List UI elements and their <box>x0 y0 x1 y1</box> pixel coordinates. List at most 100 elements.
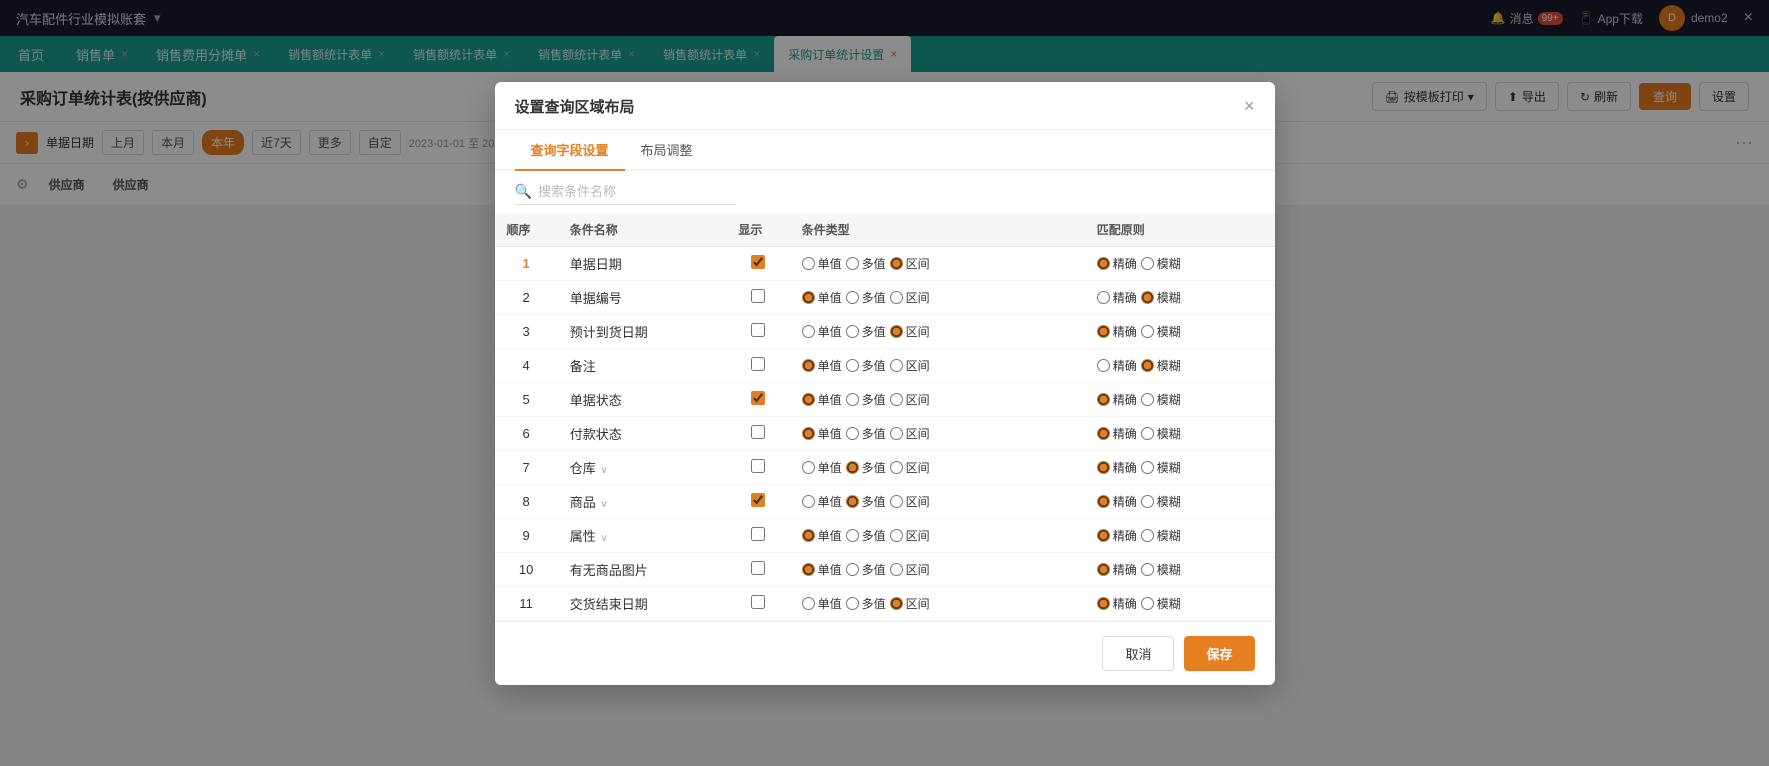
row-match-cell: 精确模糊 <box>1085 484 1275 518</box>
display-checkbox[interactable] <box>751 425 765 439</box>
type-option-区间[interactable]: 区间 <box>890 493 930 510</box>
type-option-多值[interactable]: 多值 <box>846 493 886 510</box>
match-option-精确[interactable]: 精确 <box>1097 459 1137 476</box>
match-option-模糊[interactable]: 模糊 <box>1141 255 1181 272</box>
display-checkbox[interactable] <box>751 459 765 473</box>
match-option-模糊[interactable]: 模糊 <box>1141 323 1181 340</box>
modal-tabs: 查询字段设置 布局调整 <box>495 130 1275 171</box>
type-option-单值[interactable]: 单值 <box>802 527 842 544</box>
type-option-多值[interactable]: 多值 <box>846 391 886 408</box>
table-row: 10有无商品图片单值多值区间精确模糊 <box>495 552 1275 586</box>
display-checkbox[interactable] <box>751 357 765 371</box>
display-checkbox[interactable] <box>751 595 765 609</box>
match-option-模糊[interactable]: 模糊 <box>1141 357 1181 374</box>
modal-table: 顺序 条件名称 显示 条件类型 匹配原则 1单据日期单值多值区间精确模糊2单据编… <box>495 213 1275 621</box>
type-option-多值[interactable]: 多值 <box>846 425 886 442</box>
type-option-多值[interactable]: 多值 <box>846 255 886 272</box>
row-order: 11 <box>495 586 558 620</box>
type-option-区间[interactable]: 区间 <box>890 357 930 374</box>
tab-query-fields[interactable]: 查询字段设置 <box>515 130 625 171</box>
type-option-区间[interactable]: 区间 <box>890 391 930 408</box>
type-option-多值[interactable]: 多值 <box>846 323 886 340</box>
display-checkbox[interactable] <box>751 255 765 269</box>
type-option-区间[interactable]: 区间 <box>890 459 930 476</box>
display-checkbox[interactable] <box>751 391 765 405</box>
type-option-区间[interactable]: 区间 <box>890 425 930 442</box>
type-option-多值[interactable]: 多值 <box>846 459 886 476</box>
type-option-单值[interactable]: 单值 <box>802 323 842 340</box>
match-option-模糊[interactable]: 模糊 <box>1141 289 1181 306</box>
row-order: 6 <box>495 416 558 450</box>
type-option-多值[interactable]: 多值 <box>846 561 886 578</box>
match-option-精确[interactable]: 精确 <box>1097 527 1137 544</box>
row-type-cell: 单值多值区间 <box>790 280 1085 314</box>
type-option-单值[interactable]: 单值 <box>802 595 842 612</box>
row-condition-name: 交货结束日期 <box>558 586 727 620</box>
row-type-cell: 单值多值区间 <box>790 484 1085 518</box>
match-option-模糊[interactable]: 模糊 <box>1141 425 1181 442</box>
row-display-cell <box>726 348 789 382</box>
settings-modal: 设置查询区域布局 × 查询字段设置 布局调整 🔍 顺序 <box>495 82 1275 685</box>
row-order: 10 <box>495 552 558 586</box>
type-option-单值[interactable]: 单值 <box>802 459 842 476</box>
type-option-区间[interactable]: 区间 <box>890 323 930 340</box>
type-option-多值[interactable]: 多值 <box>846 357 886 374</box>
search-wrapper: 🔍 <box>515 183 735 205</box>
type-option-单值[interactable]: 单值 <box>802 255 842 272</box>
table-row: 7仓库 ∨单值多值区间精确模糊 <box>495 450 1275 484</box>
display-checkbox[interactable] <box>751 561 765 575</box>
match-option-精确[interactable]: 精确 <box>1097 255 1137 272</box>
match-option-精确[interactable]: 精确 <box>1097 323 1137 340</box>
condition-dropdown-icon: ∨ <box>598 533 608 544</box>
match-option-模糊[interactable]: 模糊 <box>1141 459 1181 476</box>
match-option-精确[interactable]: 精确 <box>1097 391 1137 408</box>
modal-close-button[interactable]: × <box>1244 97 1255 115</box>
search-input[interactable] <box>538 184 718 199</box>
type-option-多值[interactable]: 多值 <box>846 289 886 306</box>
save-button[interactable]: 保存 <box>1184 636 1254 671</box>
match-option-模糊[interactable]: 模糊 <box>1141 391 1181 408</box>
table-row: 9属性 ∨单值多值区间精确模糊 <box>495 518 1275 552</box>
type-option-区间[interactable]: 区间 <box>890 255 930 272</box>
match-option-模糊[interactable]: 模糊 <box>1141 561 1181 578</box>
table-row: 4备注单值多值区间精确模糊 <box>495 348 1275 382</box>
type-option-多值[interactable]: 多值 <box>846 595 886 612</box>
type-option-多值[interactable]: 多值 <box>846 527 886 544</box>
display-checkbox[interactable] <box>751 323 765 337</box>
type-option-单值[interactable]: 单值 <box>802 493 842 510</box>
type-option-单值[interactable]: 单值 <box>802 289 842 306</box>
condition-dropdown-icon: ∨ <box>598 465 608 476</box>
match-option-精确[interactable]: 精确 <box>1097 493 1137 510</box>
display-checkbox[interactable] <box>751 289 765 303</box>
type-option-单值[interactable]: 单值 <box>802 561 842 578</box>
display-checkbox[interactable] <box>751 493 765 507</box>
match-option-模糊[interactable]: 模糊 <box>1141 493 1181 510</box>
match-option-精确[interactable]: 精确 <box>1097 289 1137 306</box>
tab-layout-adjust[interactable]: 布局调整 <box>625 130 709 171</box>
row-type-cell: 单值多值区间 <box>790 552 1085 586</box>
type-option-区间[interactable]: 区间 <box>890 289 930 306</box>
search-icon: 🔍 <box>515 183 532 200</box>
match-option-精确[interactable]: 精确 <box>1097 561 1137 578</box>
type-option-单值[interactable]: 单值 <box>802 357 842 374</box>
row-order: 4 <box>495 348 558 382</box>
cancel-button[interactable]: 取消 <box>1102 636 1174 671</box>
type-option-区间[interactable]: 区间 <box>890 561 930 578</box>
th-display: 显示 <box>726 213 789 247</box>
modal-footer: 取消 保存 <box>495 621 1275 685</box>
row-display-cell <box>726 416 789 450</box>
match-option-精确[interactable]: 精确 <box>1097 595 1137 612</box>
match-option-模糊[interactable]: 模糊 <box>1141 595 1181 612</box>
row-match-cell: 精确模糊 <box>1085 518 1275 552</box>
type-option-单值[interactable]: 单值 <box>802 425 842 442</box>
match-option-精确[interactable]: 精确 <box>1097 357 1137 374</box>
row-display-cell <box>726 450 789 484</box>
match-option-模糊[interactable]: 模糊 <box>1141 527 1181 544</box>
match-option-精确[interactable]: 精确 <box>1097 425 1137 442</box>
type-option-区间[interactable]: 区间 <box>890 595 930 612</box>
row-match-cell: 精确模糊 <box>1085 416 1275 450</box>
type-option-区间[interactable]: 区间 <box>890 527 930 544</box>
type-option-单值[interactable]: 单值 <box>802 391 842 408</box>
row-condition-name: 单据状态 <box>558 382 727 416</box>
display-checkbox[interactable] <box>751 527 765 541</box>
